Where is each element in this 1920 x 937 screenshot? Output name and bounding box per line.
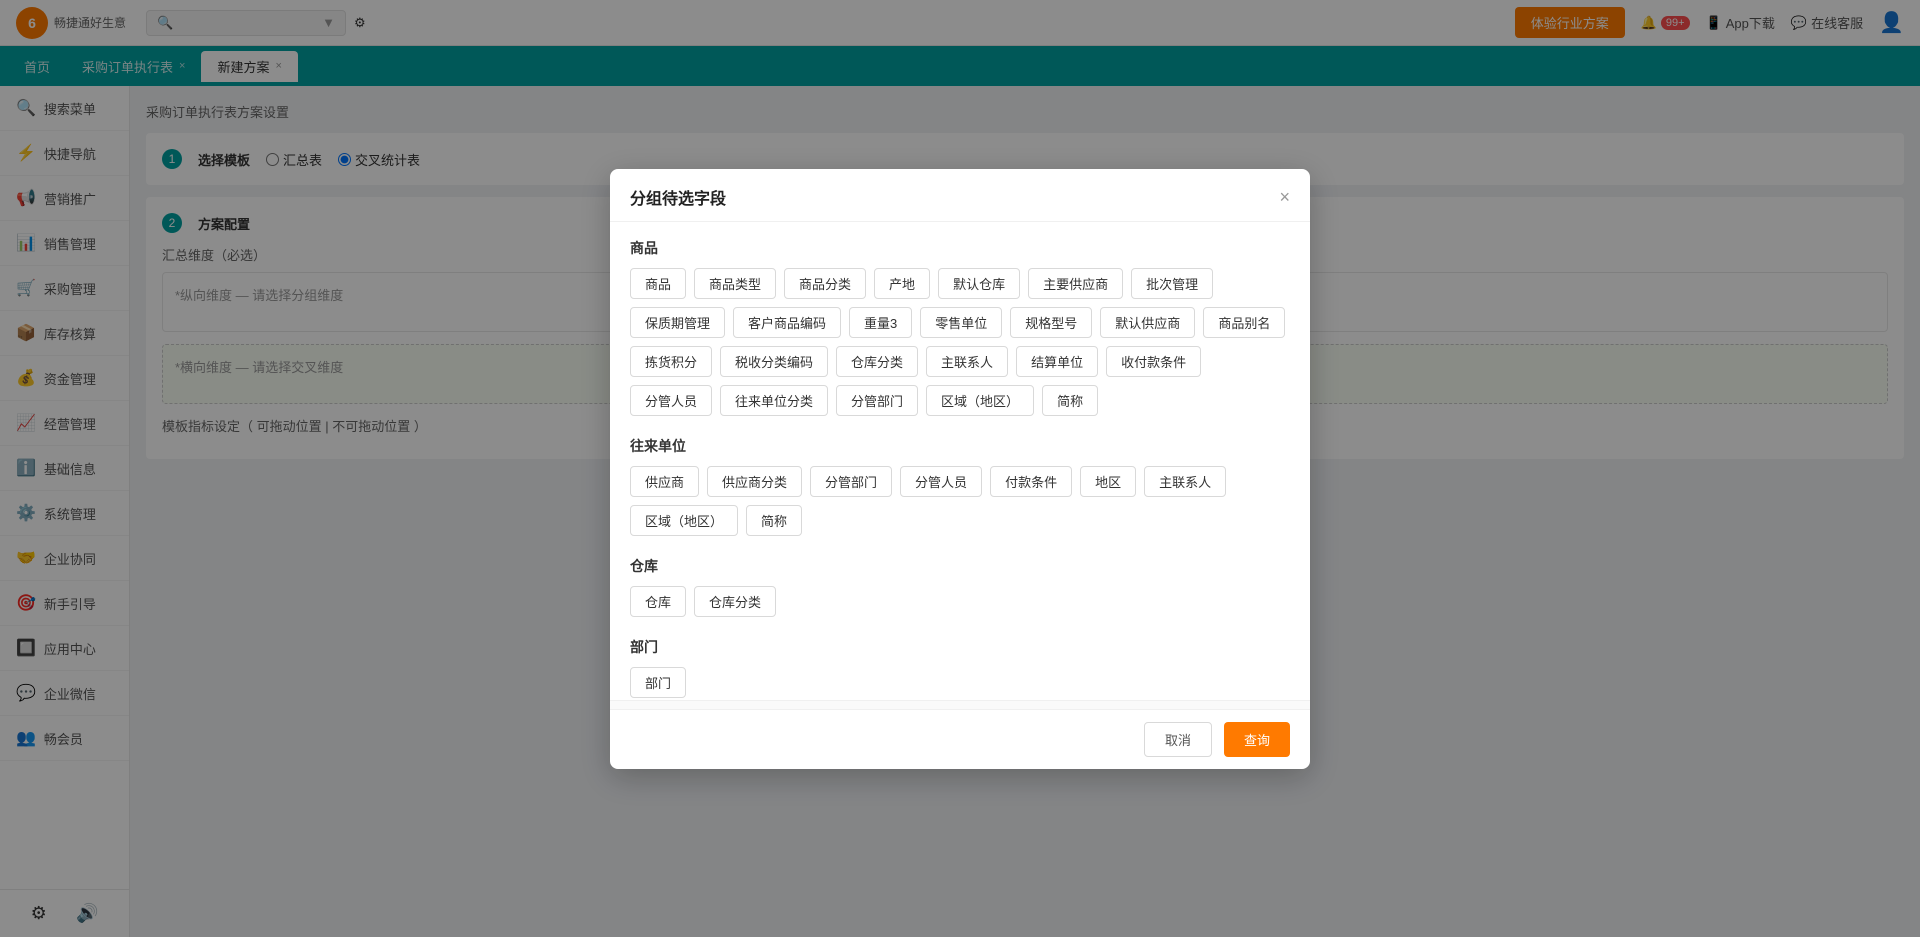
field-tags-0: 商品商品类型商品分类产地默认仓库主要供应商批次管理保质期管理客户商品编码重量3 零… <box>630 268 1290 416</box>
modal-hscroll <box>610 700 1310 708</box>
field-section-0: 商品商品商品类型商品分类产地默认仓库主要供应商批次管理保质期管理客户商品编码重量… <box>630 238 1290 416</box>
field-tag-0-7[interactable]: 保质期管理 <box>630 307 725 338</box>
field-tag-0-15[interactable]: 税收分类编码 <box>720 346 828 377</box>
section-title-1: 往来单位 <box>630 436 1290 456</box>
field-section-1: 往来单位供应商供应商分类分管部门分管人员付款条件地区主联系人区域（地区） 简称 <box>630 436 1290 536</box>
confirm-button[interactable]: 查询 <box>1224 722 1290 757</box>
field-tags-2: 仓库仓库分类 <box>630 586 1290 617</box>
field-tag-0-5[interactable]: 主要供应商 <box>1028 268 1123 299</box>
field-tag-2-1[interactable]: 仓库分类 <box>694 586 776 617</box>
cancel-button[interactable]: 取消 <box>1144 722 1212 757</box>
field-tag-0-24[interactable]: 简称 <box>1042 385 1098 416</box>
modal-footer: 取消 查询 <box>610 709 1310 769</box>
modal-close-button[interactable]: × <box>1279 188 1290 206</box>
field-tag-0-2[interactable]: 商品分类 <box>784 268 866 299</box>
field-tag-0-22[interactable]: 分管部门 <box>836 385 918 416</box>
modal-header: 分组待选字段 × <box>610 169 1310 222</box>
modal-overlay: 分组待选字段 × 商品商品商品类型商品分类产地默认仓库主要供应商批次管理保质期管… <box>0 0 1920 937</box>
field-tag-1-3[interactable]: 分管人员 <box>900 466 982 497</box>
field-tag-0-4[interactable]: 默认仓库 <box>938 268 1020 299</box>
field-tag-0-13[interactable]: 商品别名 <box>1203 307 1285 338</box>
field-tag-0-20[interactable]: 分管人员 <box>630 385 712 416</box>
modal-dialog: 分组待选字段 × 商品商品商品类型商品分类产地默认仓库主要供应商批次管理保质期管… <box>610 169 1310 769</box>
field-tag-0-19[interactable]: 收付款条件 <box>1106 346 1201 377</box>
field-tags-1: 供应商供应商分类分管部门分管人员付款条件地区主联系人区域（地区） 简称 <box>630 466 1290 536</box>
field-tag-0-18[interactable]: 结算单位 <box>1016 346 1098 377</box>
field-tag-0-23[interactable]: 区域（地区） <box>926 385 1034 416</box>
field-tag-0-1[interactable]: 商品类型 <box>694 268 776 299</box>
field-tag-0-3[interactable]: 产地 <box>874 268 930 299</box>
field-section-2: 仓库仓库仓库分类 <box>630 556 1290 617</box>
section-title-3: 部门 <box>630 637 1290 657</box>
field-tags-3: 部门 <box>630 667 1290 698</box>
field-tag-1-1[interactable]: 供应商分类 <box>707 466 802 497</box>
field-tag-2-0[interactable]: 仓库 <box>630 586 686 617</box>
field-tag-0-21[interactable]: 往来单位分类 <box>720 385 828 416</box>
field-tag-1-4[interactable]: 付款条件 <box>990 466 1072 497</box>
field-tag-1-0[interactable]: 供应商 <box>630 466 699 497</box>
field-tag-1-8[interactable]: 简称 <box>746 505 802 536</box>
field-tag-1-2[interactable]: 分管部门 <box>810 466 892 497</box>
field-tag-3-0[interactable]: 部门 <box>630 667 686 698</box>
field-tag-0-17[interactable]: 主联系人 <box>926 346 1008 377</box>
field-tag-0-10[interactable]: 零售单位 <box>920 307 1002 338</box>
field-tag-0-0[interactable]: 商品 <box>630 268 686 299</box>
section-title-2: 仓库 <box>630 556 1290 576</box>
field-tag-0-8[interactable]: 客户商品编码 <box>733 307 841 338</box>
field-section-3: 部门部门 <box>630 637 1290 698</box>
field-tag-0-6[interactable]: 批次管理 <box>1131 268 1213 299</box>
field-tag-0-9[interactable]: 重量3 <box>849 307 912 338</box>
section-title-0: 商品 <box>630 238 1290 258</box>
field-tag-0-11[interactable]: 规格型号 <box>1010 307 1092 338</box>
field-tag-1-6[interactable]: 主联系人 <box>1144 466 1226 497</box>
field-tag-0-14[interactable]: 拣货积分 <box>630 346 712 377</box>
field-tag-0-16[interactable]: 仓库分类 <box>836 346 918 377</box>
modal-body[interactable]: 商品商品商品类型商品分类产地默认仓库主要供应商批次管理保质期管理客户商品编码重量… <box>610 222 1310 701</box>
field-tag-1-7[interactable]: 区域（地区） <box>630 505 738 536</box>
field-tag-1-5[interactable]: 地区 <box>1080 466 1136 497</box>
modal-title: 分组待选字段 <box>630 185 726 209</box>
field-tag-0-12[interactable]: 默认供应商 <box>1100 307 1195 338</box>
